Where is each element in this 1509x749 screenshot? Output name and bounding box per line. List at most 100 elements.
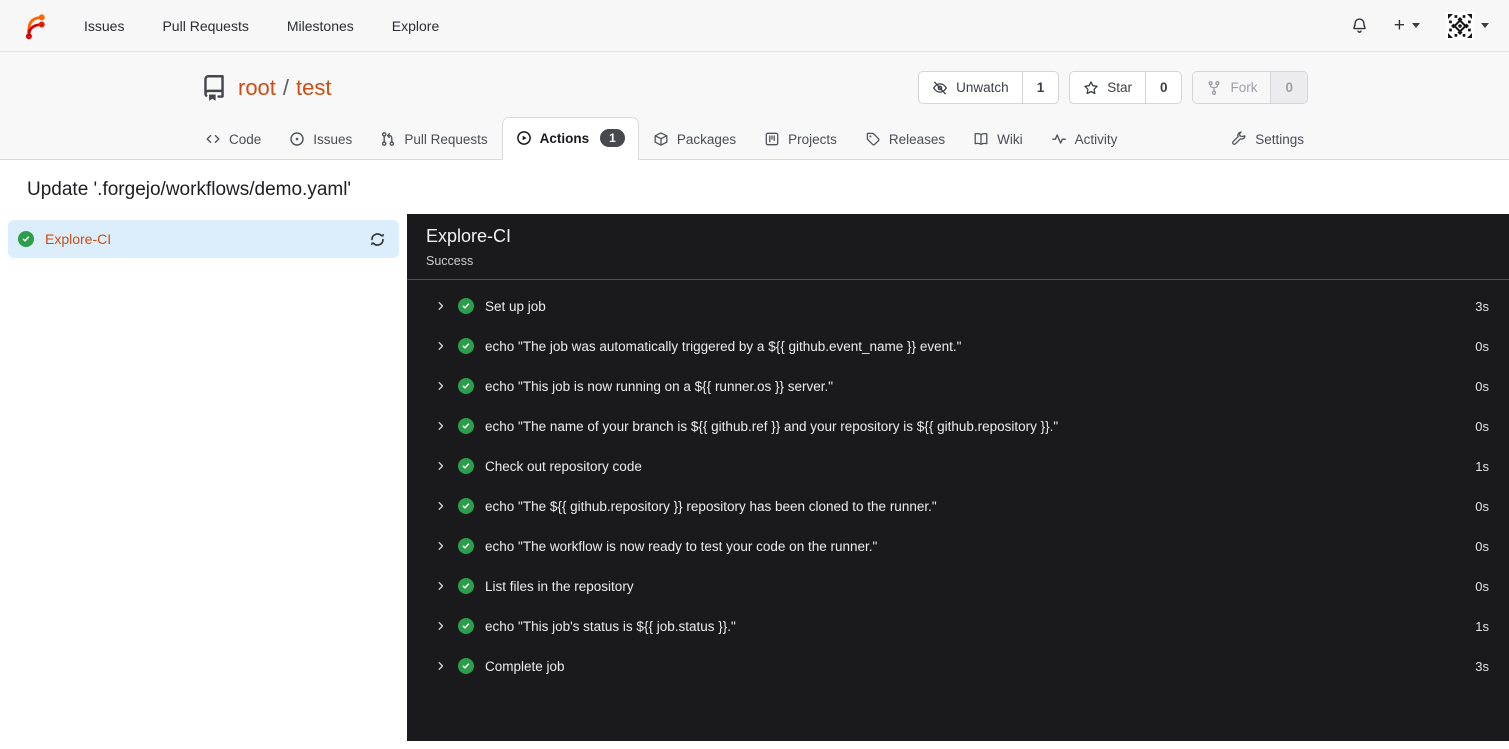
job-log-panel: Explore-CI Success Set up job 3s echo "T… [407, 214, 1509, 742]
tab-packages[interactable]: Packages [639, 119, 750, 160]
step-name: List files in the repository [485, 578, 634, 594]
forks-count[interactable]: 0 [1270, 72, 1307, 103]
check-circle-icon [458, 658, 474, 675]
step-name: echo "The ${{ github.repository }} repos… [485, 498, 937, 514]
sync-icon [369, 231, 386, 248]
repo-tabbar: Code Issues Pull Requests Actions 1 Pack… [191, 117, 1318, 161]
git-fork-icon [1206, 80, 1222, 96]
create-new-button[interactable]: + [1394, 16, 1420, 35]
bell-icon [1351, 17, 1368, 34]
repo-breadcrumb: root / test [238, 75, 332, 101]
watchers-count[interactable]: 1 [1021, 72, 1059, 103]
job-step-row[interactable]: echo "The name of your branch is ${{ git… [421, 406, 1495, 446]
stars-count[interactable]: 0 [1144, 72, 1182, 103]
run-title: Update '.forgejo/workflows/demo.yaml' [27, 179, 352, 201]
repo-name-link[interactable]: test [296, 75, 331, 101]
chevron-right-icon [435, 340, 447, 352]
actions-count-badge: 1 [600, 129, 625, 148]
step-name: echo "This job's status is ${{ job.statu… [485, 618, 736, 634]
step-duration: 0s [1475, 538, 1489, 554]
job-name: Explore-CI [45, 231, 112, 248]
package-icon [653, 131, 669, 147]
job-step-row[interactable]: Check out repository code 1s [421, 446, 1495, 486]
tag-icon [865, 131, 881, 147]
chevron-right-icon [435, 420, 447, 432]
user-menu-button[interactable] [1446, 11, 1489, 40]
chevron-down-icon [1481, 23, 1489, 28]
tab-releases[interactable]: Releases [851, 119, 959, 160]
tab-activity[interactable]: Activity [1037, 119, 1132, 160]
nav-item-pull-requests[interactable]: Pull Requests [162, 18, 248, 34]
tab-settings[interactable]: Settings [1217, 119, 1318, 160]
code-icon [205, 131, 221, 147]
check-circle-icon [458, 578, 474, 595]
path-separator: / [282, 74, 290, 100]
job-steps-list: Set up job 3s echo "The job was automati… [407, 280, 1509, 692]
star-button[interactable]: Star [1070, 72, 1145, 103]
step-duration: 0s [1475, 418, 1489, 434]
step-duration: 1s [1475, 458, 1489, 474]
step-name: echo "The name of your branch is ${{ git… [485, 418, 1059, 434]
chevron-right-icon [435, 380, 447, 392]
tab-wiki[interactable]: Wiki [959, 119, 1037, 160]
jobs-sidebar: Explore-CI [0, 214, 407, 741]
git-pull-request-icon [380, 131, 396, 147]
nav-item-explore[interactable]: Explore [392, 18, 439, 34]
play-circle-icon [516, 130, 532, 146]
job-step-row[interactable]: echo "The ${{ github.repository }} repos… [421, 486, 1495, 526]
rerun-job-button[interactable] [369, 231, 386, 248]
job-step-row[interactable]: echo "The job was automatically triggere… [421, 326, 1495, 366]
step-name: echo "This job is now running on a ${{ r… [485, 378, 834, 394]
plus-icon: + [1393, 15, 1405, 36]
chevron-right-icon [435, 300, 447, 312]
job-step-row[interactable]: echo "The workflow is now ready to test … [421, 526, 1495, 566]
step-duration: 3s [1475, 298, 1489, 314]
job-panel-title: Explore-CI [426, 226, 512, 247]
step-duration: 0s [1475, 578, 1489, 594]
chevron-down-icon [1412, 23, 1420, 28]
chevron-right-icon [435, 580, 447, 592]
unwatch-button[interactable]: Unwatch [919, 72, 1022, 103]
check-circle-icon [458, 538, 474, 555]
check-circle-icon [458, 458, 474, 475]
tab-actions[interactable]: Actions 1 [501, 117, 639, 161]
job-step-row[interactable]: Set up job 3s [421, 286, 1495, 326]
user-avatar [1446, 11, 1474, 40]
check-circle-icon [458, 498, 474, 515]
chevron-right-icon [435, 660, 447, 672]
tab-pull-requests[interactable]: Pull Requests [366, 119, 501, 160]
job-step-row[interactable]: Complete job 3s [421, 646, 1495, 686]
pulse-icon [1051, 131, 1067, 147]
step-name: Complete job [485, 658, 565, 674]
nav-item-issues[interactable]: Issues [84, 18, 124, 34]
star-icon [1083, 80, 1099, 96]
fork-button[interactable]: Fork [1193, 72, 1271, 103]
notifications-button[interactable] [1351, 17, 1368, 34]
project-icon [764, 131, 780, 147]
star-button-group: Star 0 [1069, 71, 1183, 104]
forgejo-logo[interactable] [20, 11, 50, 41]
tab-issues[interactable]: Issues [275, 119, 366, 160]
check-circle-icon [458, 298, 474, 315]
repo-book-icon [201, 74, 227, 101]
job-step-row[interactable]: echo "This job's status is ${{ job.statu… [421, 606, 1495, 646]
job-step-row[interactable]: List files in the repository 0s [421, 566, 1495, 606]
chevron-right-icon [435, 540, 447, 552]
check-circle-icon [458, 618, 474, 635]
tab-projects[interactable]: Projects [750, 119, 851, 160]
main-nav: Issues Pull Requests Milestones Explore [84, 18, 439, 34]
check-circle-icon [458, 338, 474, 355]
forgejo-logo-icon [20, 11, 50, 41]
step-duration: 3s [1475, 658, 1489, 674]
repo-owner-link[interactable]: root [238, 75, 276, 101]
fork-button-group: Fork 0 [1192, 71, 1308, 104]
nav-item-milestones[interactable]: Milestones [287, 18, 354, 34]
job-list-item[interactable]: Explore-CI [8, 220, 399, 259]
tab-code[interactable]: Code [191, 119, 275, 160]
check-circle-icon [458, 378, 474, 395]
chevron-right-icon [435, 620, 447, 632]
issue-opened-icon [289, 131, 305, 147]
job-step-row[interactable]: echo "This job is now running on a ${{ r… [421, 366, 1495, 406]
step-name: Check out repository code [485, 458, 642, 474]
eye-slash-icon [932, 80, 948, 96]
